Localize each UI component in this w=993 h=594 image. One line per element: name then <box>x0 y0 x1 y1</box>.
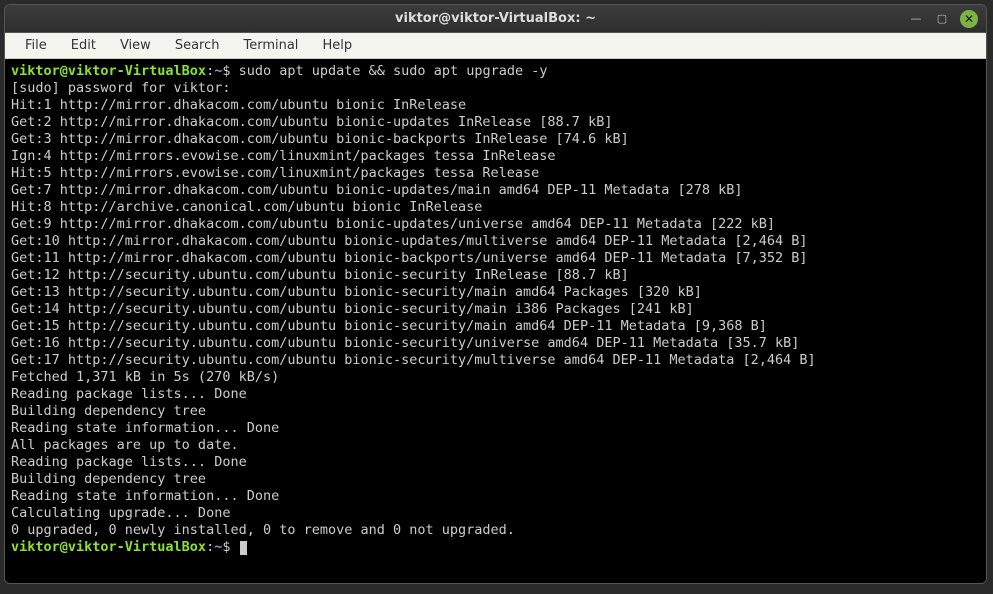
prompt-sep: : <box>206 539 214 555</box>
prompt-user: viktor@viktor-VirtualBox <box>11 63 206 79</box>
output-line: Hit:5 http://mirrors.evowise.com/linuxmi… <box>11 165 980 182</box>
menu-search[interactable]: Search <box>165 35 230 56</box>
menu-edit[interactable]: Edit <box>61 35 106 56</box>
maximize-button[interactable]: ▢ <box>934 11 950 27</box>
output-line: Get:11 http://mirror.dhakacom.com/ubuntu… <box>11 250 980 267</box>
cursor <box>240 541 247 555</box>
window-title: viktor@viktor-VirtualBox: ~ <box>395 11 596 26</box>
output-line: Fetched 1,371 kB in 5s (270 kB/s) <box>11 369 980 386</box>
menu-view[interactable]: View <box>110 35 161 56</box>
output-line: Get:12 http://security.ubuntu.com/ubuntu… <box>11 267 980 284</box>
output-line: 0 upgraded, 0 newly installed, 0 to remo… <box>11 522 980 539</box>
prompt-user: viktor@viktor-VirtualBox <box>11 539 206 555</box>
menu-help[interactable]: Help <box>312 35 362 56</box>
terminal-window: viktor@viktor-VirtualBox: ~ — ▢ ✕ File E… <box>4 4 987 584</box>
output-line: Building dependency tree <box>11 471 980 488</box>
prompt-symbol: $ <box>222 63 238 79</box>
output-line: Get:9 http://mirror.dhakacom.com/ubuntu … <box>11 216 980 233</box>
terminal-output[interactable]: viktor@viktor-VirtualBox:~$ sudo apt upd… <box>5 59 986 583</box>
output-line: Reading state information... Done <box>11 420 980 437</box>
typed-command: sudo apt update && sudo apt upgrade -y <box>239 63 548 79</box>
output-line: Reading state information... Done <box>11 488 980 505</box>
output-line: Get:16 http://security.ubuntu.com/ubuntu… <box>11 335 980 352</box>
close-button[interactable]: ✕ <box>960 10 978 28</box>
prompt-line: viktor@viktor-VirtualBox:~$ <box>11 539 980 556</box>
output-line: Get:2 http://mirror.dhakacom.com/ubuntu … <box>11 114 980 131</box>
output-line: Calculating upgrade... Done <box>11 505 980 522</box>
output-line: All packages are up to date. <box>11 437 980 454</box>
output-line: Get:13 http://security.ubuntu.com/ubuntu… <box>11 284 980 301</box>
output-line: Reading package lists... Done <box>11 454 980 471</box>
prompt-sep: : <box>206 63 214 79</box>
menu-file[interactable]: File <box>15 35 57 56</box>
output-line: Reading package lists... Done <box>11 386 980 403</box>
window-controls: — ▢ ✕ <box>908 10 978 28</box>
menu-terminal[interactable]: Terminal <box>233 35 308 56</box>
output-line: Building dependency tree <box>11 403 980 420</box>
output-line: Ign:4 http://mirrors.evowise.com/linuxmi… <box>11 148 980 165</box>
output-line: Hit:1 http://mirror.dhakacom.com/ubuntu … <box>11 97 980 114</box>
output-line: [sudo] password for viktor: <box>11 80 980 97</box>
output-line: Get:3 http://mirror.dhakacom.com/ubuntu … <box>11 131 980 148</box>
command-line: viktor@viktor-VirtualBox:~$ sudo apt upd… <box>11 63 980 80</box>
output-line: Get:14 http://security.ubuntu.com/ubuntu… <box>11 301 980 318</box>
output-line: Hit:8 http://archive.canonical.com/ubunt… <box>11 199 980 216</box>
output-line: Get:10 http://mirror.dhakacom.com/ubuntu… <box>11 233 980 250</box>
titlebar: viktor@viktor-VirtualBox: ~ — ▢ ✕ <box>5 5 986 33</box>
output-line: Get:7 http://mirror.dhakacom.com/ubuntu … <box>11 182 980 199</box>
prompt-symbol: $ <box>222 539 238 555</box>
output-line: Get:17 http://security.ubuntu.com/ubuntu… <box>11 352 980 369</box>
menubar: File Edit View Search Terminal Help <box>5 33 986 59</box>
minimize-button[interactable]: — <box>908 11 924 27</box>
output-line: Get:15 http://security.ubuntu.com/ubuntu… <box>11 318 980 335</box>
